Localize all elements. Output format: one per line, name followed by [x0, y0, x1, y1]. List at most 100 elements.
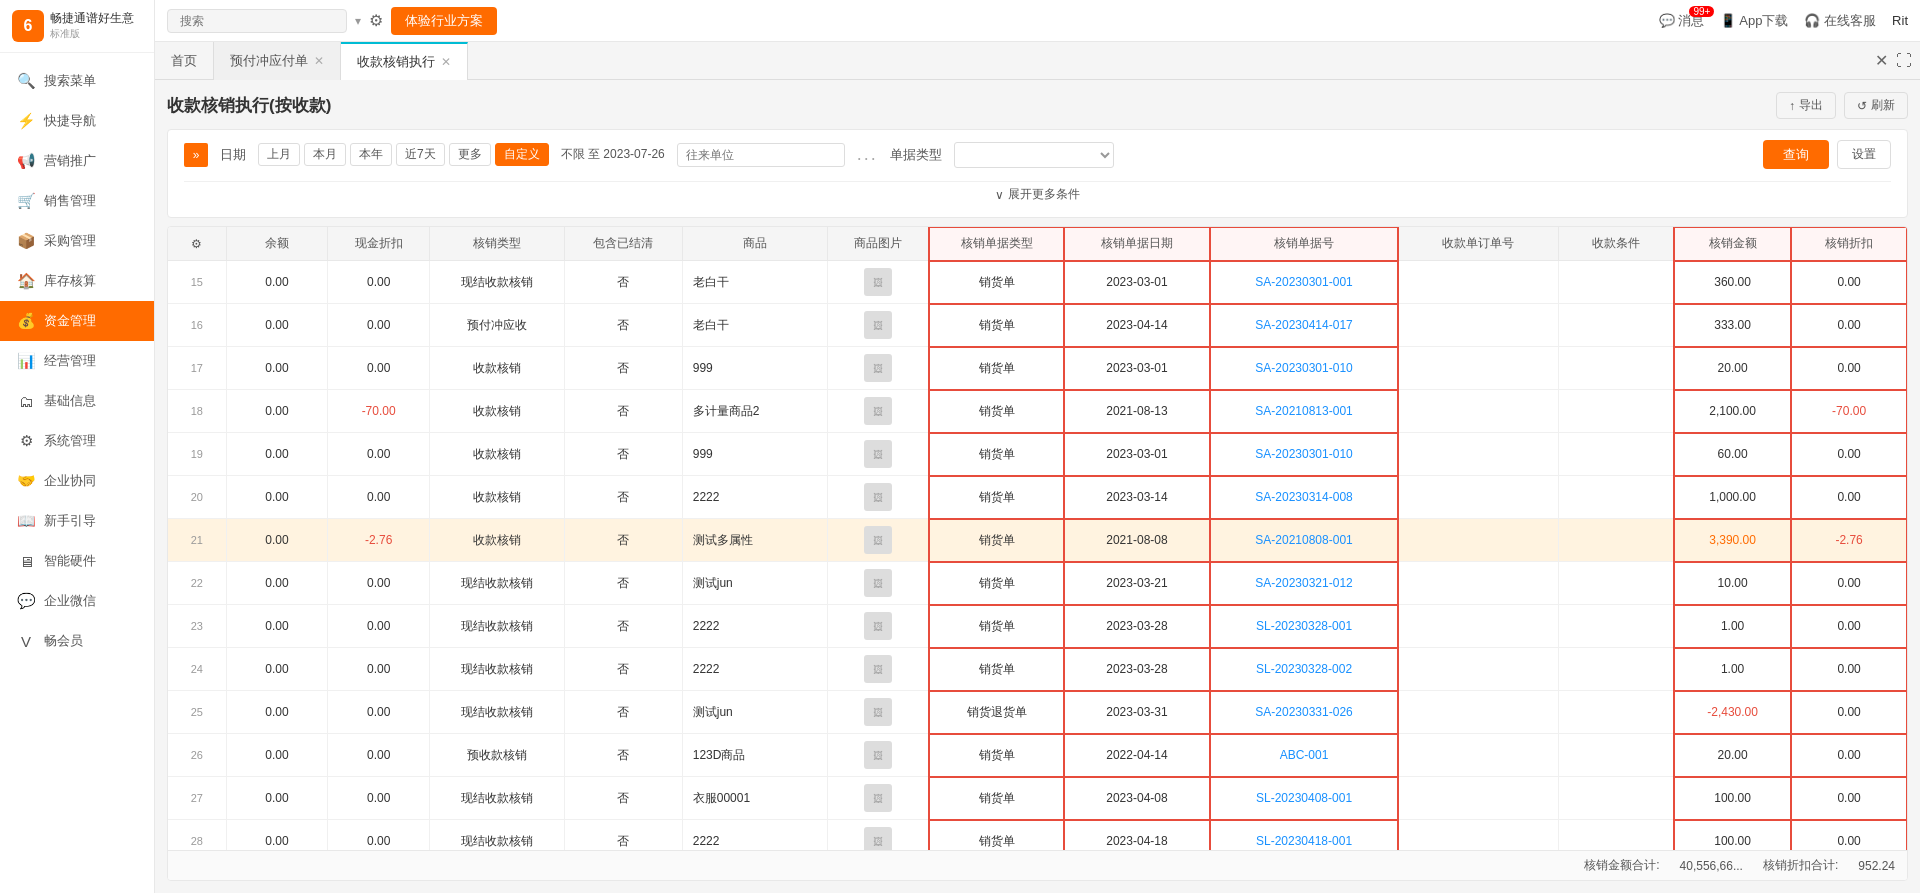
- verify-doc-no-cell[interactable]: SL-20230328-001: [1210, 605, 1399, 648]
- payment-terms-cell: [1558, 734, 1674, 777]
- tab-collection[interactable]: 收款核销执行 ✕: [341, 42, 468, 80]
- balance-cell: 0.00: [226, 648, 328, 691]
- sidebar-item-system[interactable]: ⚙系统管理: [0, 421, 154, 461]
- message-button[interactable]: 💬 99+ 消息: [1659, 12, 1705, 30]
- verify-doc-type-cell: 销货单: [929, 777, 1064, 820]
- date-btn-this-year[interactable]: 本年: [350, 143, 392, 166]
- app-download-btn[interactable]: 📱 App下载: [1720, 12, 1788, 30]
- tab-maximize-btn[interactable]: ⛶: [1896, 52, 1912, 70]
- topbar-gear-icon[interactable]: ⚙: [369, 11, 383, 30]
- product-cell: 2222: [682, 605, 827, 648]
- verify-doc-no-cell[interactable]: SA-20230301-001: [1210, 261, 1399, 304]
- verify-doc-no-cell[interactable]: SA-20230301-010: [1210, 347, 1399, 390]
- row-num-cell: 25: [168, 691, 226, 734]
- partner-dots[interactable]: ...: [857, 144, 878, 165]
- export-button[interactable]: ↑ 导出: [1776, 92, 1836, 119]
- tab-prepay[interactable]: 预付冲应付单 ✕: [214, 42, 341, 80]
- include-settled-cell: 否: [565, 476, 683, 519]
- verify-doc-no-cell[interactable]: SA-20230314-008: [1210, 476, 1399, 519]
- refresh-button[interactable]: ↺ 刷新: [1844, 92, 1908, 119]
- verify-discount-cell: 0.00: [1791, 562, 1907, 605]
- verify-amount-cell: 100.00: [1674, 820, 1790, 851]
- receipt-order-cell: [1398, 304, 1558, 347]
- sidebar-item-marketing[interactable]: 📢营销推广: [0, 141, 154, 181]
- verify-doc-no-cell[interactable]: SA-20230321-012: [1210, 562, 1399, 605]
- sidebar-item-inventory[interactable]: 🏠库存核算: [0, 261, 154, 301]
- verify-doc-no-cell[interactable]: SA-20210808-001: [1210, 519, 1399, 562]
- solution-button[interactable]: 体验行业方案: [391, 7, 497, 35]
- verify-discount-cell: 0.00: [1791, 820, 1907, 851]
- col-settings-header[interactable]: ⚙: [168, 227, 226, 261]
- verify-discount-cell: 0.00: [1791, 476, 1907, 519]
- settings-button[interactable]: 设置: [1837, 140, 1891, 169]
- topbar-dropdown-arrow[interactable]: ▾: [355, 14, 361, 28]
- tab-prepay-close[interactable]: ✕: [314, 54, 324, 68]
- user-menu[interactable]: Rit: [1892, 13, 1908, 28]
- enterprise-icon: 🤝: [16, 471, 36, 491]
- tab-close-all-btn[interactable]: ✕: [1875, 51, 1888, 70]
- sidebar-item-hardware[interactable]: 🖥智能硬件: [0, 541, 154, 581]
- verify-doc-date-cell: 2023-03-01: [1064, 433, 1209, 476]
- date-btn-this-month[interactable]: 本月: [304, 143, 346, 166]
- sidebar-item-guide[interactable]: 📖新手引导: [0, 501, 154, 541]
- date-btn-7days[interactable]: 近7天: [396, 143, 445, 166]
- payment-terms-cell: [1558, 820, 1674, 851]
- search-icon: 🔍: [16, 71, 36, 91]
- table-scroll[interactable]: ⚙ 余额 现金折扣 核销类型 包含已结清 商品 商品图片 核销单据类型 核销单据…: [168, 227, 1907, 850]
- sidebar-item-member[interactable]: V畅会员: [0, 621, 154, 661]
- product-cell: 老白干: [682, 261, 827, 304]
- product-cell: 测试jun: [682, 691, 827, 734]
- verify-doc-no-cell[interactable]: SL-20230328-002: [1210, 648, 1399, 691]
- sidebar-item-label-purchase: 采购管理: [44, 232, 96, 250]
- verify-doc-no-cell[interactable]: SA-20230414-017: [1210, 304, 1399, 347]
- online-service-btn[interactable]: 🎧 在线客服: [1804, 12, 1876, 30]
- sidebar: 6 畅捷通谱好生意 标准版 🔍搜索菜单⚡快捷导航📢营销推广🛒销售管理📦采购管理🏠…: [0, 0, 155, 893]
- payment-terms-cell: [1558, 691, 1674, 734]
- sidebar-item-finance[interactable]: 💰资金管理: [0, 301, 154, 341]
- date-btn-custom[interactable]: 自定义: [495, 143, 549, 166]
- verify-doc-no-cell[interactable]: SA-20210813-001: [1210, 390, 1399, 433]
- sidebar-item-quick-nav[interactable]: ⚡快捷导航: [0, 101, 154, 141]
- query-button[interactable]: 查询: [1763, 140, 1829, 169]
- verify-doc-no-cell[interactable]: SL-20230408-001: [1210, 777, 1399, 820]
- verify-doc-no-cell[interactable]: ABC-001: [1210, 734, 1399, 777]
- expand-more-btn[interactable]: ∨ 展开更多条件: [184, 181, 1891, 207]
- row-num-cell: 21: [168, 519, 226, 562]
- table-header-row: ⚙ 余额 现金折扣 核销类型 包含已结清 商品 商品图片 核销单据类型 核销单据…: [168, 227, 1907, 261]
- sidebar-item-business[interactable]: 📊经营管理: [0, 341, 154, 381]
- topbar: ▾ ⚙ 体验行业方案 💬 99+ 消息 📱 App下载 🎧 在线客服 Rit: [155, 0, 1920, 42]
- tab-home[interactable]: 首页: [155, 42, 214, 80]
- tab-collection-close[interactable]: ✕: [441, 55, 451, 69]
- verify-doc-date-cell: 2023-03-28: [1064, 605, 1209, 648]
- sidebar-item-search[interactable]: 🔍搜索菜单: [0, 61, 154, 101]
- row-num-cell: 18: [168, 390, 226, 433]
- col-product-image-header: 商品图片: [828, 227, 930, 261]
- sidebar-item-sales[interactable]: 🛒销售管理: [0, 181, 154, 221]
- product-cell: 999: [682, 347, 827, 390]
- sidebar-item-purchase[interactable]: 📦采购管理: [0, 221, 154, 261]
- cash-discount-cell: -2.76: [328, 519, 430, 562]
- verify-doc-type-cell: 销货单: [929, 648, 1064, 691]
- verify-doc-no-cell[interactable]: SA-20230331-026: [1210, 691, 1399, 734]
- partner-input[interactable]: [677, 143, 845, 167]
- table-row: 23 0.00 0.00 现结收款核销 否 2222 🖼 销货单 2023-03…: [168, 605, 1907, 648]
- date-btn-more[interactable]: 更多: [449, 143, 491, 166]
- filter-expand-btn[interactable]: »: [184, 143, 208, 167]
- sidebar-item-basic[interactable]: 🗂基础信息: [0, 381, 154, 421]
- product-image-cell: 🖼: [828, 390, 930, 433]
- receipt-order-cell: [1398, 562, 1558, 605]
- verify-doc-no-cell[interactable]: SA-20230301-010: [1210, 433, 1399, 476]
- product-image-cell: 🖼: [828, 648, 930, 691]
- date-btn-last-month[interactable]: 上月: [258, 143, 300, 166]
- verify-discount-cell: 0.00: [1791, 605, 1907, 648]
- include-settled-cell: 否: [565, 734, 683, 777]
- product-image-cell: 🖼: [828, 820, 930, 851]
- sidebar-item-wechat[interactable]: 💬企业微信: [0, 581, 154, 621]
- search-input[interactable]: [167, 9, 347, 33]
- sidebar-item-enterprise[interactable]: 🤝企业协同: [0, 461, 154, 501]
- voucher-type-label: 单据类型: [890, 146, 942, 164]
- verify-type-cell: 预收款核销: [429, 734, 564, 777]
- verify-doc-no-cell[interactable]: SL-20230418-001: [1210, 820, 1399, 851]
- product-cell: 999: [682, 433, 827, 476]
- voucher-type-select[interactable]: [954, 142, 1114, 168]
